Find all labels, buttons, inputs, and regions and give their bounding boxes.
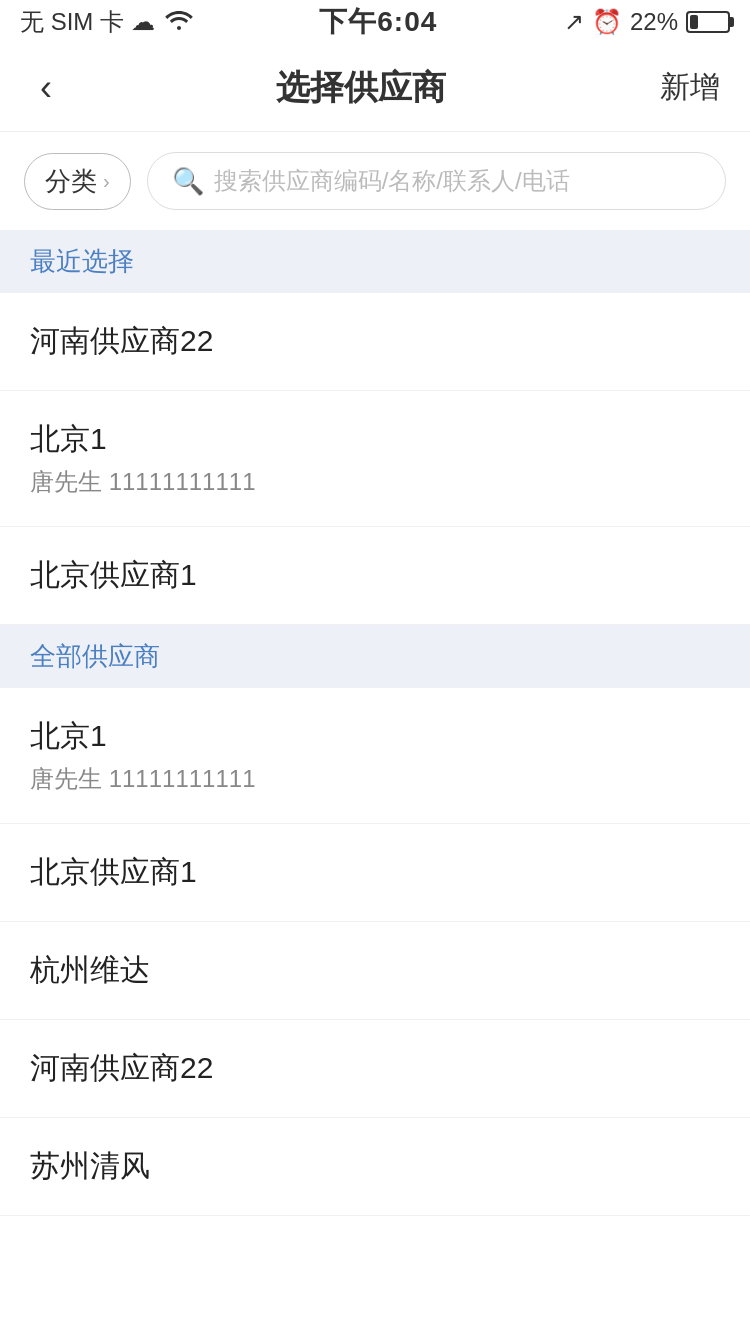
category-filter-button[interactable]: 分类 › [24,153,131,210]
status-time: 下午6:04 [319,3,437,41]
all-item-1-name: 北京供应商1 [30,852,720,893]
all-item-4[interactable]: 苏州清风 [0,1118,750,1216]
all-items-list: 北京1 唐先生 11111111111 北京供应商1 杭州维达 河南供应商22 … [0,688,750,1216]
status-left: 无 SIM 卡 ☁ [20,6,193,38]
recent-item-0-name: 河南供应商22 [30,321,720,362]
search-icon: 🔍 [172,166,204,197]
location-icon: ↗ [564,8,584,36]
nav-bar: ‹ 选择供应商 新增 [0,44,750,132]
search-filter-area: 分类 › 🔍 搜索供应商编码/名称/联系人/电话 [0,132,750,230]
recent-item-1-name: 北京1 [30,419,720,460]
all-item-2[interactable]: 杭州维达 [0,922,750,1020]
all-item-4-name: 苏州清风 [30,1146,720,1187]
all-item-3-name: 河南供应商22 [30,1048,720,1089]
category-label: 分类 [45,164,97,199]
search-placeholder-text: 搜索供应商编码/名称/联系人/电话 [214,165,570,197]
wifi-icon [165,8,193,36]
chevron-right-icon: › [103,170,110,193]
status-right: ↗ ⏰ 22% [564,8,730,36]
recent-section-header: 最近选择 [0,230,750,293]
status-bar: 无 SIM 卡 ☁ 下午6:04 ↗ ⏰ 22% [0,0,750,44]
recent-items-list: 河南供应商22 北京1 唐先生 11111111111 北京供应商1 [0,293,750,625]
page-title: 选择供应商 [276,65,446,111]
recent-item-2[interactable]: 北京供应商1 [0,527,750,625]
all-item-0-name: 北京1 [30,716,720,757]
back-button[interactable]: ‹ [30,57,62,119]
alarm-icon: ⏰ [592,8,622,36]
search-input-wrapper[interactable]: 🔍 搜索供应商编码/名称/联系人/电话 [147,152,726,210]
recent-item-2-name: 北京供应商1 [30,555,720,596]
recent-item-0[interactable]: 河南供应商22 [0,293,750,391]
battery-icon [686,11,730,33]
all-item-0-sub: 唐先生 11111111111 [30,763,720,795]
all-item-1[interactable]: 北京供应商1 [0,824,750,922]
all-section-header: 全部供应商 [0,625,750,688]
all-item-0[interactable]: 北京1 唐先生 11111111111 [0,688,750,824]
battery-percent: 22% [630,8,678,36]
new-action-button[interactable]: 新增 [660,67,720,108]
recent-item-1-sub: 唐先生 11111111111 [30,466,720,498]
recent-item-1[interactable]: 北京1 唐先生 11111111111 [0,391,750,527]
sim-status: 无 SIM 卡 ☁ [20,6,155,38]
all-item-2-name: 杭州维达 [30,950,720,991]
all-item-3[interactable]: 河南供应商22 [0,1020,750,1118]
